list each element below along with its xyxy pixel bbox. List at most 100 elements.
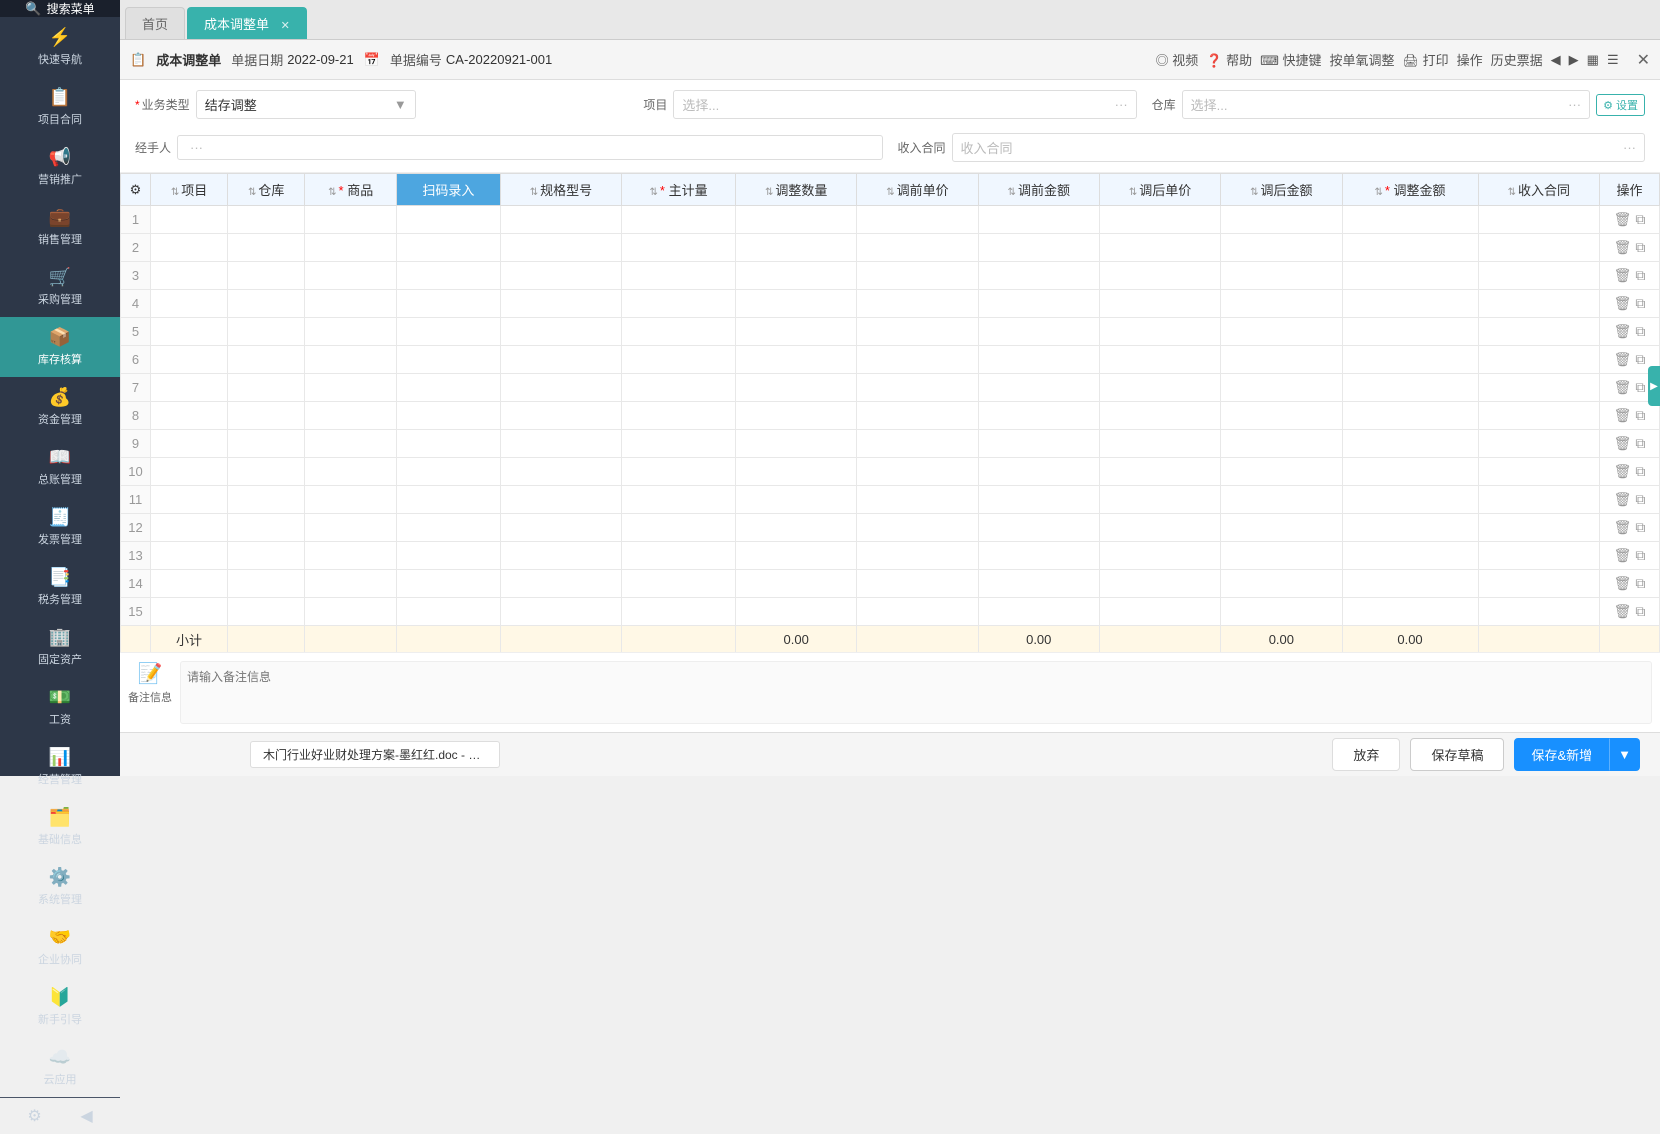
row-5-unit[interactable] bbox=[622, 318, 736, 346]
row-11-adj-amount[interactable] bbox=[1342, 486, 1478, 514]
settings-button[interactable]: ⚙ 设置 bbox=[1596, 94, 1645, 116]
row-15-post-price[interactable] bbox=[1099, 598, 1220, 626]
row-9-pre-amount[interactable] bbox=[978, 430, 1099, 458]
close-window-icon[interactable]: ✕ bbox=[1637, 50, 1650, 70]
row-9-post-amount[interactable] bbox=[1221, 430, 1342, 458]
row-13-post-amount[interactable] bbox=[1221, 542, 1342, 570]
row-4-pre-amount[interactable] bbox=[978, 290, 1099, 318]
row-8-warehouse[interactable] bbox=[228, 402, 305, 430]
row-11-income-contract[interactable] bbox=[1478, 486, 1599, 514]
row-8-post-price[interactable] bbox=[1099, 402, 1220, 430]
row-4-post-price[interactable] bbox=[1099, 290, 1220, 318]
row-9-spec[interactable] bbox=[500, 430, 621, 458]
row-11-delete-icon[interactable]: 🗑 bbox=[1614, 491, 1632, 508]
col-pre-price-sort[interactable]: ⇅ bbox=[886, 187, 894, 198]
row-9-delete-icon[interactable]: 🗑 bbox=[1614, 435, 1632, 452]
row-8-project[interactable] bbox=[151, 402, 228, 430]
row-12-post-amount[interactable] bbox=[1221, 514, 1342, 542]
row-3-delete-icon[interactable]: 🗑 bbox=[1614, 267, 1632, 284]
row-14-adj-qty[interactable] bbox=[736, 570, 857, 598]
save-new-main-button[interactable]: 保存&新增 bbox=[1514, 738, 1609, 771]
row-6-adj-qty[interactable] bbox=[736, 346, 857, 374]
sidebar-item-quick-nav[interactable]: ⚡ 快速导航 bbox=[0, 17, 120, 77]
row-10-adj-amount[interactable] bbox=[1342, 458, 1478, 486]
row-14-copy-icon[interactable]: ⧉ bbox=[1635, 575, 1645, 592]
row-8-delete-icon[interactable]: 🗑 bbox=[1614, 407, 1632, 424]
row-9-goods[interactable] bbox=[305, 430, 397, 458]
row-14-scan[interactable] bbox=[397, 570, 501, 598]
table-row[interactable]: 10 🗑 ⧉ bbox=[121, 458, 1660, 486]
row-15-copy-icon[interactable]: ⧉ bbox=[1635, 603, 1645, 620]
row-5-adj-qty[interactable] bbox=[736, 318, 857, 346]
row-5-pre-price[interactable] bbox=[857, 318, 978, 346]
row-9-scan[interactable] bbox=[397, 430, 501, 458]
row-9-warehouse[interactable] bbox=[228, 430, 305, 458]
sidebar-item-basic-info[interactable]: 🗂️ 基础信息 bbox=[0, 797, 120, 857]
row-6-pre-price[interactable] bbox=[857, 346, 978, 374]
row-11-scan[interactable] bbox=[397, 486, 501, 514]
action-video[interactable]: ◎ 视频 bbox=[1156, 50, 1199, 69]
row-12-warehouse[interactable] bbox=[228, 514, 305, 542]
row-12-project[interactable] bbox=[151, 514, 228, 542]
row-14-project[interactable] bbox=[151, 570, 228, 598]
col-income-contract-sort[interactable]: ⇅ bbox=[1508, 187, 1516, 198]
row-8-pre-amount[interactable] bbox=[978, 402, 1099, 430]
row-1-goods[interactable] bbox=[305, 206, 397, 234]
row-10-pre-price[interactable] bbox=[857, 458, 978, 486]
row-6-pre-amount[interactable] bbox=[978, 346, 1099, 374]
row-15-income-contract[interactable] bbox=[1478, 598, 1599, 626]
action-shortcuts[interactable]: ⌨ 快捷键 bbox=[1260, 50, 1321, 69]
table-row[interactable]: 11 🗑 ⧉ bbox=[121, 486, 1660, 514]
row-9-income-contract[interactable] bbox=[1478, 430, 1599, 458]
row-7-pre-price[interactable] bbox=[857, 374, 978, 402]
row-10-adj-qty[interactable] bbox=[736, 458, 857, 486]
row-12-adj-qty[interactable] bbox=[736, 514, 857, 542]
col-pre-amount-sort[interactable]: ⇅ bbox=[1008, 187, 1016, 198]
row-5-delete-icon[interactable]: 🗑 bbox=[1614, 323, 1632, 340]
row-10-delete-icon[interactable]: 🗑 bbox=[1614, 463, 1632, 480]
project-select[interactable]: 选择... ··· bbox=[673, 90, 1136, 119]
sidebar-item-tax-mgmt[interactable]: 📑 税务管理 bbox=[0, 557, 120, 617]
table-row[interactable]: 9 🗑 ⧉ bbox=[121, 430, 1660, 458]
sidebar-item-project-contract[interactable]: 📋 项目合同 bbox=[0, 77, 120, 137]
row-13-income-contract[interactable] bbox=[1478, 542, 1599, 570]
row-4-post-amount[interactable] bbox=[1221, 290, 1342, 318]
row-15-pre-amount[interactable] bbox=[978, 598, 1099, 626]
warehouse-select[interactable]: 选择... ··· bbox=[1182, 90, 1590, 119]
col-settings[interactable]: ⚙ bbox=[121, 174, 151, 206]
row-6-warehouse[interactable] bbox=[228, 346, 305, 374]
row-3-post-price[interactable] bbox=[1099, 262, 1220, 290]
row-15-project[interactable] bbox=[151, 598, 228, 626]
row-7-adj-qty[interactable] bbox=[736, 374, 857, 402]
row-10-unit[interactable] bbox=[622, 458, 736, 486]
sidebar-item-inventory[interactable]: 📦 库存核算 bbox=[0, 317, 120, 377]
row-3-copy-icon[interactable]: ⧉ bbox=[1635, 267, 1645, 284]
row-14-spec[interactable] bbox=[500, 570, 621, 598]
row-2-unit[interactable] bbox=[622, 234, 736, 262]
row-8-adj-amount[interactable] bbox=[1342, 402, 1478, 430]
row-10-warehouse[interactable] bbox=[228, 458, 305, 486]
row-3-warehouse[interactable] bbox=[228, 262, 305, 290]
row-10-goods[interactable] bbox=[305, 458, 397, 486]
row-5-pre-amount[interactable] bbox=[978, 318, 1099, 346]
row-3-pre-amount[interactable] bbox=[978, 262, 1099, 290]
action-batch-adjust[interactable]: 按单氧调整 bbox=[1329, 50, 1394, 69]
row-1-warehouse[interactable] bbox=[228, 206, 305, 234]
row-2-income-contract[interactable] bbox=[1478, 234, 1599, 262]
sidebar-item-fixed-assets[interactable]: 🏢 固定资产 bbox=[0, 617, 120, 677]
row-7-income-contract[interactable] bbox=[1478, 374, 1599, 402]
sidebar-item-biz-coop[interactable]: 🤝 企业协同 bbox=[0, 917, 120, 977]
row-12-goods[interactable] bbox=[305, 514, 397, 542]
row-6-unit[interactable] bbox=[622, 346, 736, 374]
row-8-goods[interactable] bbox=[305, 402, 397, 430]
row-12-pre-price[interactable] bbox=[857, 514, 978, 542]
row-3-spec[interactable] bbox=[500, 262, 621, 290]
row-4-scan[interactable] bbox=[397, 290, 501, 318]
row-14-pre-amount[interactable] bbox=[978, 570, 1099, 598]
date-edit-icon[interactable]: 📅 bbox=[364, 52, 380, 68]
row-7-scan[interactable] bbox=[397, 374, 501, 402]
sidebar-item-sales-mgmt[interactable]: 💼 销售管理 bbox=[0, 197, 120, 257]
row-12-adj-amount[interactable] bbox=[1342, 514, 1478, 542]
row-3-pre-price[interactable] bbox=[857, 262, 978, 290]
row-13-warehouse[interactable] bbox=[228, 542, 305, 570]
